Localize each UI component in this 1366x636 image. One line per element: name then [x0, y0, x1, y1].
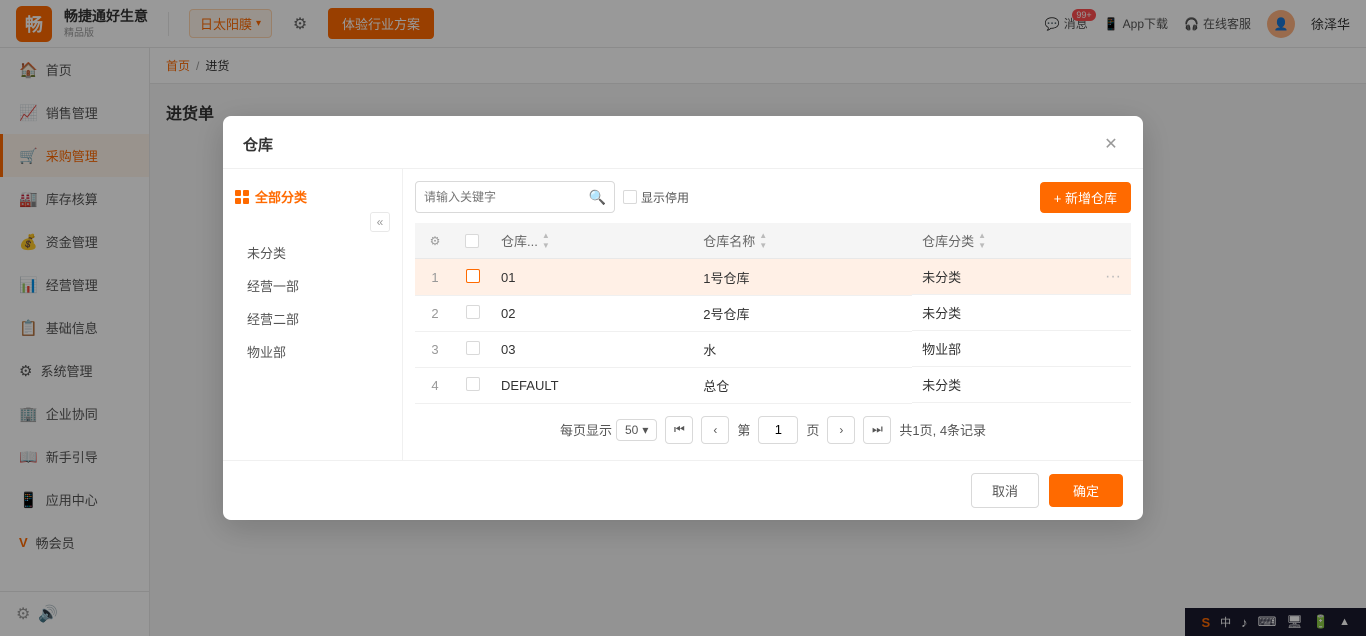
dialog-footer: 取消 确定	[223, 460, 1143, 520]
table-row[interactable]: 4 DEFAULT 总仓 未分类	[415, 367, 1131, 403]
category-item-2[interactable]: 经营二部	[223, 302, 402, 335]
page-label: 页	[806, 420, 819, 439]
th-code-label: 仓库...	[501, 231, 538, 250]
cell-category: 物业部	[912, 331, 1131, 367]
modal-overlay: 仓库 ✕ 全部分类 « 未分类 经营	[0, 0, 1366, 636]
table-header-row: ⚙ 仓库... ▲▼	[415, 223, 1131, 259]
cell-no: 2	[415, 295, 455, 331]
category-item-3[interactable]: 物业部	[223, 335, 402, 368]
cell-no: 1	[415, 259, 455, 296]
cell-code: 02	[491, 295, 693, 331]
cat-sort: 仓库分类 ▲▼	[922, 231, 1121, 250]
th-name-label: 仓库名称	[703, 231, 755, 250]
cell-no: 4	[415, 367, 455, 403]
search-input-wrap: 🔍	[415, 181, 615, 213]
table-toolbar: 🔍 显示停用 + 新增仓库	[415, 181, 1131, 213]
sort-arrows-code: ▲▼	[542, 231, 550, 250]
dialog-close-button[interactable]: ✕	[1099, 132, 1123, 156]
table-body: 1 01 1号仓库 未分类 ··· 2 02 2号仓库 未分类 3	[415, 259, 1131, 404]
cell-no: 3	[415, 331, 455, 367]
code-sort: 仓库... ▲▼	[501, 231, 683, 250]
total-label: 共1页, 4条记录	[899, 420, 986, 439]
table-row[interactable]: 3 03 水 物业部	[415, 331, 1131, 367]
cell-name: 2号仓库	[693, 295, 912, 331]
show-disabled-label: 显示停用	[641, 189, 689, 206]
cancel-button[interactable]: 取消	[971, 473, 1039, 508]
last-page-btn[interactable]: ⏭	[863, 416, 891, 444]
cell-category: 未分类	[912, 295, 1131, 331]
cell-name: 总仓	[693, 367, 912, 403]
category-item-1[interactable]: 经营一部	[223, 269, 402, 302]
th-category-label: 仓库分类	[922, 231, 974, 250]
category-item-none[interactable]: 未分类	[223, 236, 402, 269]
table-row[interactable]: 1 01 1号仓库 未分类 ···	[415, 259, 1131, 296]
page-number-label: 第	[737, 420, 750, 439]
category-collapse-btn[interactable]: «	[370, 212, 390, 232]
cell-name: 1号仓库	[693, 259, 912, 296]
cell-name: 水	[693, 331, 912, 367]
page-size-section: 每页显示 50 ▾	[560, 419, 657, 441]
name-sort: 仓库名称 ▲▼	[703, 231, 902, 250]
show-disabled-checkbox[interactable]	[623, 190, 637, 204]
table-panel: 🔍 显示停用 + 新增仓库 ⚙	[403, 169, 1143, 460]
cell-checkbox[interactable]	[455, 367, 491, 403]
cell-checkbox[interactable]	[455, 331, 491, 367]
page-size-chevron: ▾	[642, 423, 648, 437]
warehouse-table: ⚙ 仓库... ▲▼	[415, 223, 1131, 404]
dialog-header: 仓库 ✕	[223, 116, 1143, 169]
th-name[interactable]: 仓库名称 ▲▼	[693, 223, 912, 259]
confirm-button[interactable]: 确定	[1049, 474, 1123, 507]
th-gear: ⚙	[415, 223, 455, 259]
warehouse-dialog: 仓库 ✕ 全部分类 « 未分类 经营	[223, 116, 1143, 520]
table-container: ⚙ 仓库... ▲▼	[415, 223, 1131, 404]
search-input[interactable]	[424, 190, 589, 204]
page-size-label: 每页显示	[560, 420, 612, 439]
cell-code: 03	[491, 331, 693, 367]
th-category[interactable]: 仓库分类 ▲▼	[912, 223, 1131, 259]
page-size-select-box[interactable]: 50 ▾	[616, 419, 657, 441]
pagination: 每页显示 50 ▾ ⏮ ‹ 第 页 › ⏭ 共1页, 4条记录	[415, 404, 1131, 448]
search-icon[interactable]: 🔍	[589, 189, 606, 206]
dialog-title: 仓库	[243, 134, 273, 155]
table-head: ⚙ 仓库... ▲▼	[415, 223, 1131, 259]
page-size-value: 50	[625, 423, 638, 437]
cell-code: 01	[491, 259, 693, 296]
category-all-label: 全部分类	[255, 187, 307, 206]
table-row[interactable]: 2 02 2号仓库 未分类	[415, 295, 1131, 331]
next-page-btn[interactable]: ›	[827, 416, 855, 444]
th-checkbox	[455, 223, 491, 259]
category-sidebar: 全部分类 « 未分类 经营一部 经营二部 物业部	[223, 169, 403, 460]
page-number-input[interactable]	[758, 416, 798, 444]
th-code[interactable]: 仓库... ▲▼	[491, 223, 693, 259]
gear-icon[interactable]: ⚙	[430, 234, 441, 248]
select-all-checkbox[interactable]	[465, 234, 479, 248]
row-more-icon[interactable]: ···	[1105, 268, 1121, 286]
category-all[interactable]: 全部分类	[223, 181, 402, 212]
prev-page-btn[interactable]: ‹	[701, 416, 729, 444]
grid-icon	[235, 190, 249, 204]
sort-arrows-cat: ▲▼	[978, 231, 986, 250]
cell-checkbox[interactable]	[455, 259, 491, 296]
first-page-btn[interactable]: ⏮	[665, 416, 693, 444]
dialog-body: 全部分类 « 未分类 经营一部 经营二部 物业部 🔍	[223, 169, 1143, 460]
add-warehouse-button[interactable]: + 新增仓库	[1040, 182, 1131, 213]
cell-category: 未分类	[912, 367, 1131, 403]
sort-arrows-name: ▲▼	[759, 231, 767, 250]
cell-code: DEFAULT	[491, 367, 693, 403]
cell-checkbox[interactable]	[455, 295, 491, 331]
show-disabled-toggle[interactable]: 显示停用	[623, 189, 689, 206]
cell-category: 未分类 ···	[912, 259, 1131, 295]
